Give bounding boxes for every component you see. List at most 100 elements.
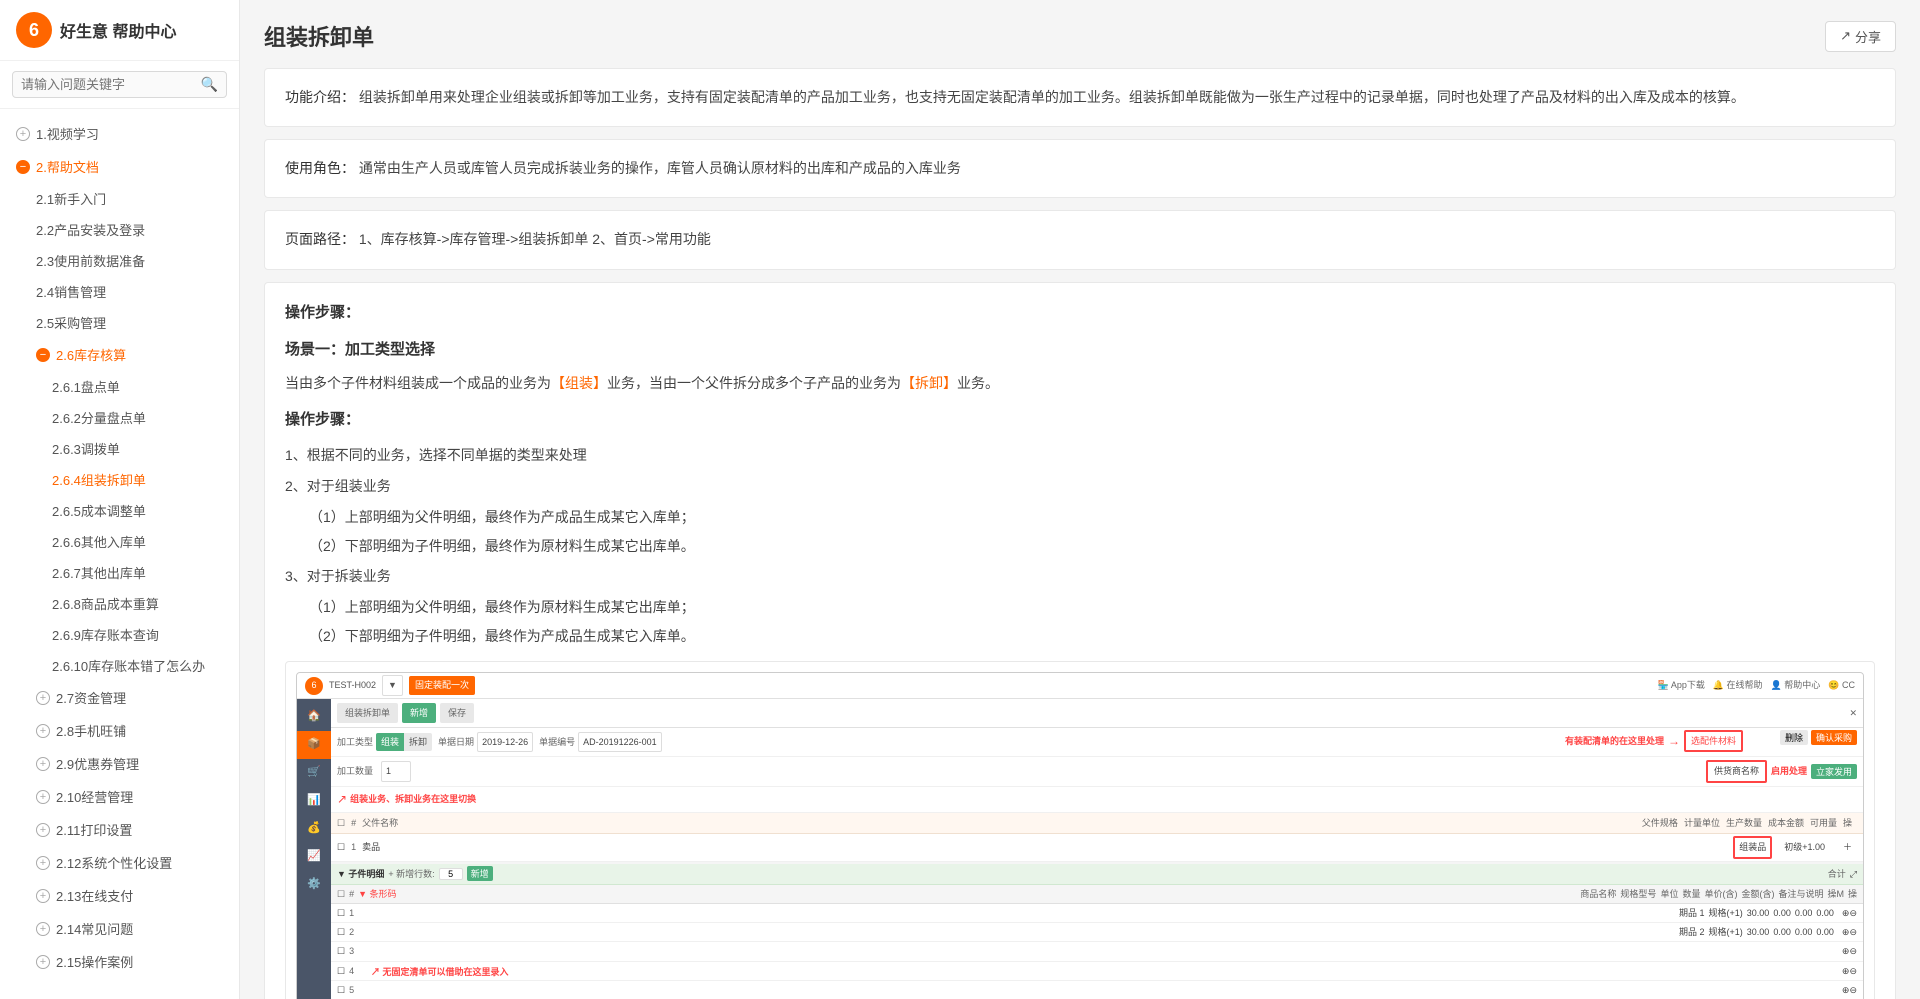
mini-nav-report[interactable]: 📈 (297, 843, 331, 871)
sidebar-item-2.6.8[interactable]: 2.6.8商品成本重算 (0, 588, 239, 619)
sidebar-item-data-prep[interactable]: 2.3使用前数据准备 (0, 245, 239, 276)
intro-text: 组装拆卸单用来处理企业组装或拆卸等加工业务，支持有固定装配清单的产品加工业务，也… (359, 89, 1745, 105)
mini-type-assemble[interactable]: 组装 (376, 733, 404, 751)
mini-input-date[interactable]: 2019-12-26 (477, 732, 533, 752)
expand-icon-2.6: − (36, 348, 50, 362)
sidebar-item-label-2.10: 2.10经营管理 (56, 787, 133, 806)
sidebar-item-2.6.5[interactable]: 2.6.5成本调整单 (0, 495, 239, 526)
search-box: 🔍 (12, 71, 227, 98)
sidebar-item-2.6.10[interactable]: 2.6.10库存账本错了怎么办 (0, 650, 239, 681)
sidebar-item-faq[interactable]: + 2.14常见问题 (0, 912, 239, 945)
mini-sub-r2-op[interactable]: ⊕⊖ (1842, 924, 1857, 940)
role-card: 使用角色： 通常由生产人员或库管人员完成拆装业务的操作，库管人员确认原材料的出库… (264, 139, 1896, 198)
sidebar: 6 好生意 帮助中心 🔍 + 1.视频学习 − 2.帮助文档 2.1新手入门 2… (0, 0, 240, 999)
sidebar-item-2.6.9[interactable]: 2.6.9库存账本查询 (0, 619, 239, 650)
mini-sub-r4-no: 4 (349, 963, 354, 979)
sidebar-item-finance[interactable]: + 2.7资金管理 (0, 681, 239, 714)
path-text: 1、库存核算->库存管理->组装拆卸单 2、首页->常用功能 (359, 231, 711, 247)
mini-row1-spec-input[interactable]: 组装品 (1733, 836, 1772, 858)
sidebar-item-beginner[interactable]: 2.1新手入门 (0, 183, 239, 214)
mini-sub-add-btn[interactable]: 新增 (467, 866, 493, 881)
share-button[interactable]: ↗ 分享 (1825, 21, 1896, 52)
mini-new-btn[interactable]: 固定装配一次 (409, 676, 475, 694)
sidebar-item-2.6.4[interactable]: 2.6.4组装拆卸单 (0, 464, 239, 495)
mini-row1-action[interactable]: ＋ (1843, 839, 1857, 855)
mini-col-cost: 成本金额 (1768, 815, 1804, 831)
mini-type-disassemble[interactable]: 拆卸 (404, 733, 432, 751)
mini-btn-confirm[interactable]: 确认采购 (1811, 730, 1857, 745)
mini-sub-col-qty3: 数量 (1682, 886, 1700, 902)
mini-sub-rows-input[interactable] (439, 868, 463, 880)
mini-nav-home[interactable]: 🏠 (297, 703, 331, 731)
sidebar-item-label-1: 1.视频学习 (36, 124, 99, 143)
mini-company-dropdown[interactable]: ▼ (382, 675, 403, 695)
sidebar-item-video[interactable]: + 1.视频学习 (0, 117, 239, 150)
sidebar-item-2.6.3[interactable]: 2.6.3调拨单 (0, 433, 239, 464)
mini-btn-apply[interactable]: 立家发用 (1811, 764, 1857, 779)
mini-sub-r3-op[interactable]: ⊕⊖ (1842, 943, 1857, 959)
sidebar-item-install[interactable]: 2.2产品安装及登录 (0, 214, 239, 245)
sidebar-item-2.6.1[interactable]: 2.6.1盘点单 (0, 371, 239, 402)
mini-sub-r4-check[interactable]: ☐ (337, 963, 345, 979)
mini-col-unit: 计量单位 (1684, 815, 1720, 831)
scenario1-title: 场景一：加工类型选择 (285, 336, 1875, 363)
mini-sub-r5-check[interactable]: ☐ (337, 982, 345, 998)
mini-row1-check[interactable]: ☐ (337, 839, 345, 855)
nav-children-2: 2.1新手入门 2.2产品安装及登录 2.3使用前数据准备 2.4销售管理 2.… (0, 183, 239, 978)
annotation-bom: 有装配清单的在这里处理 (1565, 733, 1664, 749)
mini-sub-expand[interactable]: ⤢ (1850, 866, 1857, 882)
share-icon: ↗ (1840, 28, 1851, 44)
expand-icon-2: − (16, 160, 30, 174)
mini-sub-col-barcode: ▼ 条形码 (358, 886, 1576, 902)
sidebar-item-docs[interactable]: − 2.帮助文档 (0, 150, 239, 183)
sidebar-item-cases[interactable]: + 2.15操作案例 (0, 945, 239, 978)
screenshot-wrapper: 6 TEST-H002 ▼ 固定装配一次 🏪 App下载 🔔 在线帮助 👤 帮助… (286, 662, 1874, 999)
sidebar-item-print[interactable]: + 2.11打印设置 (0, 813, 239, 846)
mini-sub-r1-op[interactable]: ⊕⊖ (1842, 905, 1857, 921)
sidebar-item-payment[interactable]: + 2.13在线支付 (0, 879, 239, 912)
sidebar-item-inventory[interactable]: − 2.6库存核算 (0, 338, 239, 371)
mini-sub-r5-op[interactable]: ⊕⊖ (1842, 982, 1857, 998)
search-icon[interactable]: 🔍 (201, 76, 218, 93)
sidebar-item-mobile[interactable]: + 2.8手机旺铺 (0, 714, 239, 747)
sidebar-item-purchase[interactable]: 2.5采购管理 (0, 307, 239, 338)
expand-icon-2.7: + (36, 691, 50, 705)
mini-btn-delete[interactable]: 删除 (1780, 730, 1808, 745)
mini-tab-new[interactable]: 新增 (402, 703, 436, 723)
mini-label-qty: 加工数量 (337, 763, 373, 779)
mini-left-nav: 🏠 📦 🛒 📊 💰 📈 ⚙️ (297, 699, 331, 999)
mini-tab-list[interactable]: 组装拆卸单 (337, 703, 398, 723)
mini-nav-settings[interactable]: ⚙️ (297, 871, 331, 899)
mini-input-no[interactable]: AD-20191226-001 (578, 732, 662, 752)
mini-sub-r3-check[interactable]: ☐ (337, 943, 345, 959)
mini-nav-finance[interactable]: 💰 (297, 815, 331, 843)
sidebar-item-system[interactable]: + 2.12系统个性化设置 (0, 846, 239, 879)
mini-sub-r1-check[interactable]: ☐ (337, 905, 345, 921)
sidebar-item-2.6.2[interactable]: 2.6.2分量盘点单 (0, 402, 239, 433)
mini-input-qty[interactable]: 1 (381, 761, 411, 781)
mini-tab-save[interactable]: 保存 (440, 703, 474, 723)
mini-sub-r2-price: 0.00 (1795, 924, 1813, 940)
mini-enable-input[interactable]: 供货商名称 (1706, 760, 1767, 782)
mini-sub-r1-qty: 0.00 (1773, 905, 1791, 921)
sidebar-item-2.6.6[interactable]: 2.6.6其他入库单 (0, 526, 239, 557)
mini-sub-col-name: 商品名称 (1580, 886, 1616, 902)
sidebar-item-2.6.7[interactable]: 2.6.7其他出库单 (0, 557, 239, 588)
mini-sub-col-unit2: 单位 (1660, 886, 1678, 902)
mini-sub-r2-check[interactable]: ☐ (337, 924, 345, 940)
sidebar-item-sales[interactable]: 2.4销售管理 (0, 276, 239, 307)
mini-nav-inventory[interactable]: 📦 (297, 731, 331, 759)
sidebar-item-operation[interactable]: + 2.10经营管理 (0, 780, 239, 813)
mini-nav-sales[interactable]: 📊 (297, 787, 331, 815)
expand-icon-2.13: + (36, 889, 50, 903)
mini-close-btn[interactable]: ✕ (1849, 705, 1857, 721)
search-input[interactable] (21, 77, 201, 92)
sidebar-item-label-2.8: 2.8手机旺铺 (56, 721, 126, 740)
expand-icon-2.10: + (36, 790, 50, 804)
mini-sub-r4-op[interactable]: ⊕⊖ (1842, 963, 1857, 979)
nav-children-2.6: 2.6.1盘点单 2.6.2分量盘点单 2.6.3调拨单 2.6.4组装拆卸单 … (0, 371, 239, 681)
steps-list: 1、根据不同的业务，选择不同单据的类型来处理 2、对于组装业务 （1）上部明细为… (285, 443, 1875, 649)
mini-bom-btn[interactable]: 选配件材料 (1684, 730, 1743, 752)
sidebar-item-coupon[interactable]: + 2.9优惠券管理 (0, 747, 239, 780)
mini-nav-purchase[interactable]: 🛒 (297, 759, 331, 787)
